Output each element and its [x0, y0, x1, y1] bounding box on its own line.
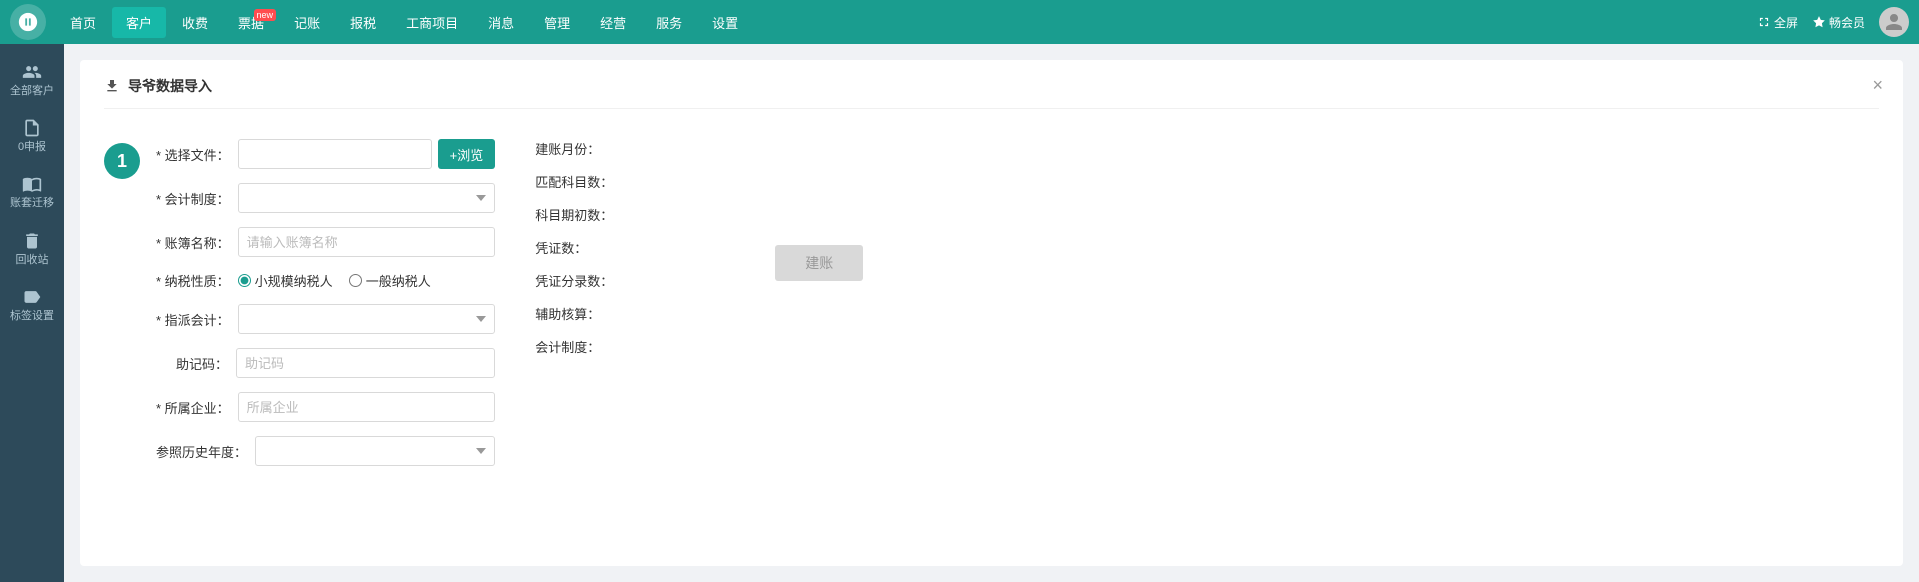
tag-icon [22, 287, 42, 307]
right-col-1: 建账月份： 匹配科目数： 科目期初数： [535, 139, 735, 356]
tax-small-radio[interactable]: 小规模纳税人 [238, 271, 333, 290]
import-panel: 导爷数据导入 × 1 * 选择文件： +浏览 [80, 60, 1903, 566]
file-icon [22, 118, 42, 138]
fullscreen-icon [1757, 15, 1771, 29]
accountant-row: * 指派会计： [156, 304, 495, 334]
sidebar-item-tag-settings[interactable]: 标签设置 [4, 279, 60, 331]
panel-header: 导爷数据导入 [104, 76, 1879, 109]
step-badge: 1 [104, 143, 140, 179]
auxiliary-label: 辅助核算： [535, 304, 615, 323]
right-inner: 建账月份： 匹配科目数： 科目期初数： [535, 139, 1879, 356]
browse-button[interactable]: +浏览 [438, 139, 496, 169]
logo-icon [17, 11, 39, 33]
company-label: * 所属企业： [156, 398, 230, 417]
nav-home[interactable]: 首页 [56, 7, 110, 38]
nav-message[interactable]: 消息 [474, 7, 528, 38]
subject-initial-label: 科目期初数： [535, 205, 615, 224]
nav-charge[interactable]: 收费 [168, 7, 222, 38]
voucher-count-label: 凭证数： [535, 238, 615, 257]
nav-items: 首页 客户 收费 票据 new 记账 报税 工商项目 消息 管理 经营 服务 设… [56, 7, 1757, 38]
nav-settings[interactable]: 设置 [698, 7, 752, 38]
match-subject-row: 匹配科目数： [535, 172, 735, 191]
file-row: * 选择文件： +浏览 [156, 139, 495, 169]
accountant-select[interactable] [238, 304, 496, 334]
trash-icon [22, 231, 42, 251]
sidebar-item-account-migration[interactable]: 账套迁移 [4, 166, 60, 218]
close-button[interactable]: × [1872, 76, 1883, 94]
tax-type-row: * 纳税性质： 小规模纳税人 一般纳税人 [156, 271, 495, 290]
file-label: * 选择文件： [156, 145, 230, 164]
tax-general-radio[interactable]: 一般纳税人 [349, 271, 431, 290]
nav-tax[interactable]: 报税 [336, 7, 390, 38]
nav-customer[interactable]: 客户 [112, 7, 166, 38]
ledger-name-row: * 账簿名称： [156, 227, 495, 257]
history-year-label: 参照历史年度： [156, 442, 247, 461]
tax-type-label: * 纳税性质： [156, 271, 230, 290]
nav-business[interactable]: 工商项目 [392, 7, 472, 38]
content-area: 导爷数据导入 × 1 * 选择文件： +浏览 [64, 44, 1919, 582]
vip-icon [1812, 15, 1826, 29]
top-right-actions: 全屏 畅会员 [1757, 7, 1909, 37]
app-logo[interactable] [10, 4, 46, 40]
nav-service[interactable]: 服务 [642, 7, 696, 38]
fullscreen-button[interactable]: 全屏 [1757, 14, 1798, 31]
form-section: * 选择文件： +浏览 * 会计制度： [156, 139, 495, 466]
auxiliary-row: 辅助核算： [535, 304, 735, 323]
sidebar-item-recycle[interactable]: 回收站 [4, 223, 60, 275]
voucher-count-row: 凭证数： [535, 238, 735, 257]
avatar-icon [1884, 12, 1904, 32]
book-icon [22, 174, 42, 194]
right-accounting-system-row: 会计制度： [535, 337, 735, 356]
tax-radio-group: 小规模纳税人 一般纳税人 [238, 271, 431, 290]
ledger-name-input[interactable] [238, 227, 496, 257]
accounting-system-row: * 会计制度： [156, 183, 495, 213]
main-layout: 全部客户 0申报 账套迁移 回收站 标签设置 导爷数据导入 × [0, 44, 1919, 582]
top-navigation: 首页 客户 收费 票据 new 记账 报税 工商项目 消息 管理 经营 服务 设… [0, 0, 1919, 44]
nav-bookkeeping[interactable]: 记账 [280, 7, 334, 38]
build-month-row: 建账月份： [535, 139, 735, 158]
import-icon [104, 78, 120, 94]
file-input-group: +浏览 [238, 139, 496, 169]
sidebar-item-all-customers[interactable]: 全部客户 [4, 54, 60, 106]
memo-row: 助记码： [156, 348, 495, 378]
history-year-row: 参照历史年度： [156, 436, 495, 466]
subject-initial-row: 科目期初数： [535, 205, 735, 224]
accounting-system-label: * 会计制度： [156, 189, 230, 208]
memo-label: 助记码： [156, 354, 228, 373]
form-right: 建账月份： 匹配科目数： 科目期初数： [535, 139, 1879, 466]
vip-button[interactable]: 畅会员 [1812, 14, 1865, 31]
file-input[interactable] [238, 139, 432, 169]
voucher-entries-row: 凭证分录数： [535, 271, 735, 290]
user-icon [22, 62, 42, 82]
accounting-system-select[interactable] [238, 183, 496, 213]
sidebar-item-zero-declaration[interactable]: 0申报 [4, 110, 60, 162]
sidebar: 全部客户 0申报 账套迁移 回收站 标签设置 [0, 44, 64, 582]
user-avatar[interactable] [1879, 7, 1909, 37]
history-year-select[interactable] [255, 436, 495, 466]
match-subject-label: 匹配科目数： [535, 172, 615, 191]
form-left: 1 * 选择文件： +浏览 * 会计制度： [104, 139, 495, 466]
form-body: 1 * 选择文件： +浏览 * 会计制度： [104, 129, 1879, 476]
ledger-name-label: * 账簿名称： [156, 233, 230, 252]
nav-ticket[interactable]: 票据 new [224, 7, 278, 38]
nav-operation[interactable]: 经营 [586, 7, 640, 38]
build-month-label: 建账月份： [535, 139, 615, 158]
memo-input[interactable] [236, 348, 495, 378]
build-account-button[interactable]: 建账 [775, 245, 863, 281]
build-btn-col: 建账 [775, 139, 863, 356]
voucher-entries-label: 凭证分录数： [535, 271, 615, 290]
company-input[interactable] [238, 392, 496, 422]
accountant-label: * 指派会计： [156, 310, 230, 329]
company-row: * 所属企业： [156, 392, 495, 422]
new-badge: new [254, 9, 277, 22]
right-accounting-system-label: 会计制度： [535, 337, 615, 356]
nav-manage[interactable]: 管理 [530, 7, 584, 38]
